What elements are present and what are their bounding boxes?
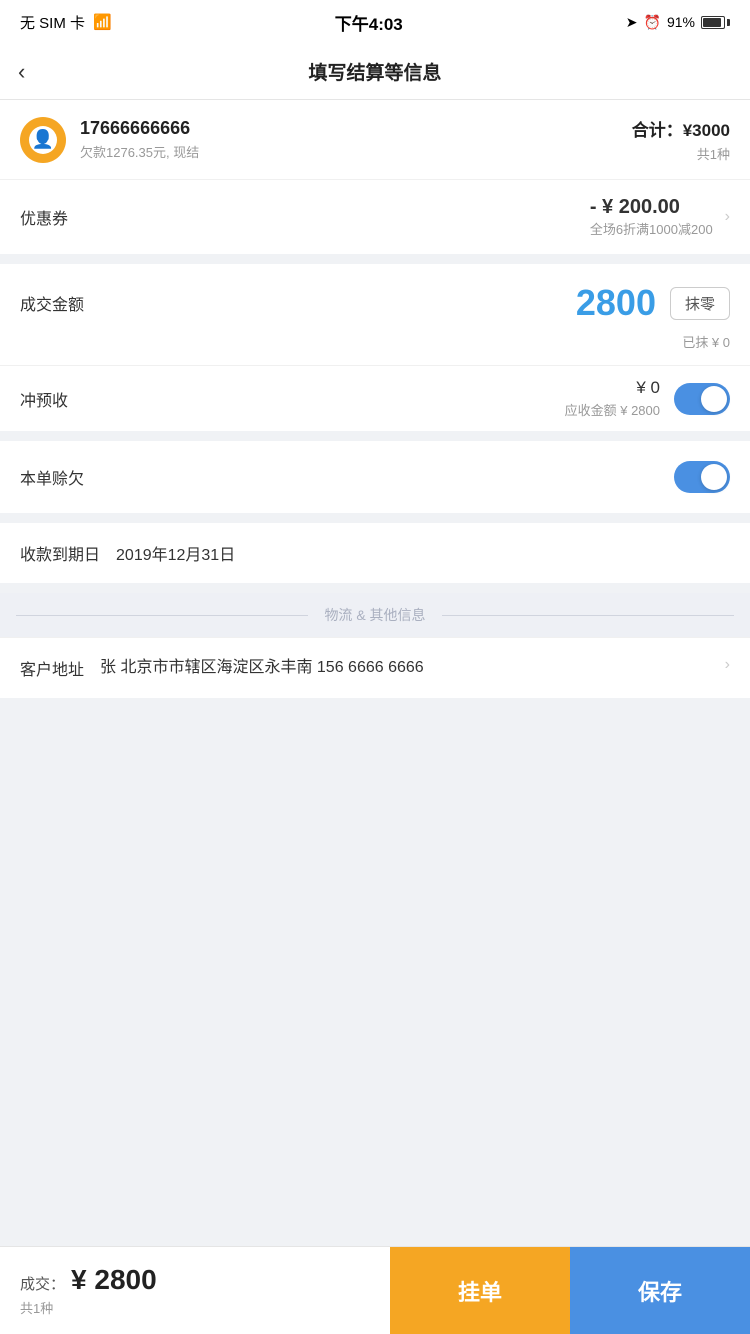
duedate-value: 2019年12月31日 <box>116 541 235 565</box>
customer-total: 合计：¥3000 共1种 <box>632 116 730 163</box>
status-time: 下午4:03 <box>335 10 403 35</box>
hold-button[interactable]: 挂单 <box>390 1247 570 1334</box>
divider-section: 物流 & 其他信息 <box>0 593 750 637</box>
deal-label: 成交： <box>20 1273 65 1294</box>
customer-card: 👤 17666666666 欠款1276.35元, 现结 合计：¥3000 共1… <box>0 100 750 254</box>
bottom-deal-row: 成交： ¥ 2800 <box>20 1264 370 1296</box>
deal-amount: ¥ 2800 <box>71 1264 157 1296</box>
duedate-section: 收款到期日 2019年12月31日 <box>0 523 750 583</box>
customer-note: 欠款1276.35元, 现结 <box>80 142 632 161</box>
total-count: 共1种 <box>632 144 730 163</box>
duedate-row: 收款到期日 2019年12月31日 <box>20 541 730 565</box>
arrears-section: 本单赊欠 <box>0 441 750 513</box>
prepay-toggle[interactable] <box>674 383 730 415</box>
save-button[interactable]: 保存 <box>570 1247 750 1334</box>
total-label: 合计： <box>632 121 683 140</box>
prepay-label: 冲预收 <box>20 387 68 411</box>
prepay-values: ¥ 0 应收金额 ¥ 2800 <box>565 378 660 419</box>
location-icon: ➤ <box>626 14 638 31</box>
customer-row: 👤 17666666666 欠款1276.35元, 现结 合计：¥3000 共1… <box>0 100 750 179</box>
battery-icon <box>701 16 730 29</box>
divider-line-left <box>16 615 308 616</box>
wifi-icon: 📶 <box>93 13 112 31</box>
status-bar: 无 SIM 卡 📶 下午4:03 ➤ ⏰ 91% <box>0 0 750 44</box>
address-row[interactable]: 客户地址 张 北京市市辖区海淀区永丰南 156 6666 6666 › <box>0 637 750 698</box>
prepay-sub: 应收金额 ¥ 2800 <box>565 400 660 419</box>
duedate-label: 收款到期日 <box>20 541 100 565</box>
amount-sub: 已抹 ¥ 0 <box>0 330 750 365</box>
prepay-right: ¥ 0 应收金额 ¥ 2800 <box>565 378 730 419</box>
address-value: 张 北京市市辖区海淀区永丰南 156 6666 6666 <box>100 656 705 680</box>
back-button[interactable]: ‹ <box>18 59 25 85</box>
content-area: 👤 17666666666 欠款1276.35元, 现结 合计：¥3000 共1… <box>0 100 750 858</box>
divider-line-right <box>442 615 734 616</box>
coupon-label: 优惠券 <box>20 205 68 229</box>
bottom-summary: 成交： ¥ 2800 共1种 <box>0 1264 390 1317</box>
address-chevron-icon: › <box>725 656 730 674</box>
sim-label: 无 SIM 卡 <box>20 12 85 33</box>
alarm-icon: ⏰ <box>644 14 661 31</box>
round-button[interactable]: 抹零 <box>670 287 730 320</box>
total-amount: 合计：¥3000 <box>632 116 730 141</box>
amount-right: 2800 抹零 <box>576 282 730 324</box>
address-card: 客户地址 张 北京市市辖区海淀区永丰南 156 6666 6666 › <box>0 637 750 698</box>
address-label: 客户地址 <box>20 656 84 680</box>
prepay-row: 冲预收 ¥ 0 应收金额 ¥ 2800 <box>0 365 750 431</box>
amount-value: 2800 <box>576 282 656 324</box>
arrears-label: 本单赊欠 <box>20 465 84 489</box>
coupon-row[interactable]: 优惠券 - ¥ 200.00 全场6折满1000减200 › <box>0 179 750 254</box>
spacer <box>0 708 750 768</box>
bottom-bar: 成交： ¥ 2800 共1种 挂单 保存 <box>0 1246 750 1334</box>
coupon-discount: - ¥ 200.00 <box>590 196 713 219</box>
nav-bar: ‹ 填写结算等信息 <box>0 44 750 100</box>
deal-count: 共1种 <box>20 1298 370 1317</box>
status-left: 无 SIM 卡 📶 <box>20 12 112 33</box>
avatar-icon: 👤 <box>32 129 54 150</box>
chevron-right-icon: › <box>725 208 730 226</box>
prepay-amount: ¥ 0 <box>565 378 660 398</box>
page-title: 填写结算等信息 <box>308 58 441 85</box>
status-right: ➤ ⏰ 91% <box>626 14 730 31</box>
divider-text: 物流 & 其他信息 <box>324 605 425 625</box>
avatar: 👤 <box>20 117 66 163</box>
customer-info: 17666666666 欠款1276.35元, 现结 <box>80 118 632 161</box>
amount-row: 成交金额 2800 抹零 <box>0 264 750 330</box>
transaction-section: 成交金额 2800 抹零 已抹 ¥ 0 冲预收 ¥ 0 应收金额 ¥ 2800 <box>0 264 750 431</box>
coupon-right: - ¥ 200.00 全场6折满1000减200 › <box>590 196 730 238</box>
battery-percent: 91% <box>667 14 695 30</box>
arrears-toggle[interactable] <box>674 461 730 493</box>
customer-phone: 17666666666 <box>80 118 632 139</box>
amount-label: 成交金额 <box>20 291 84 315</box>
coupon-desc: 全场6折满1000减200 <box>590 219 713 238</box>
